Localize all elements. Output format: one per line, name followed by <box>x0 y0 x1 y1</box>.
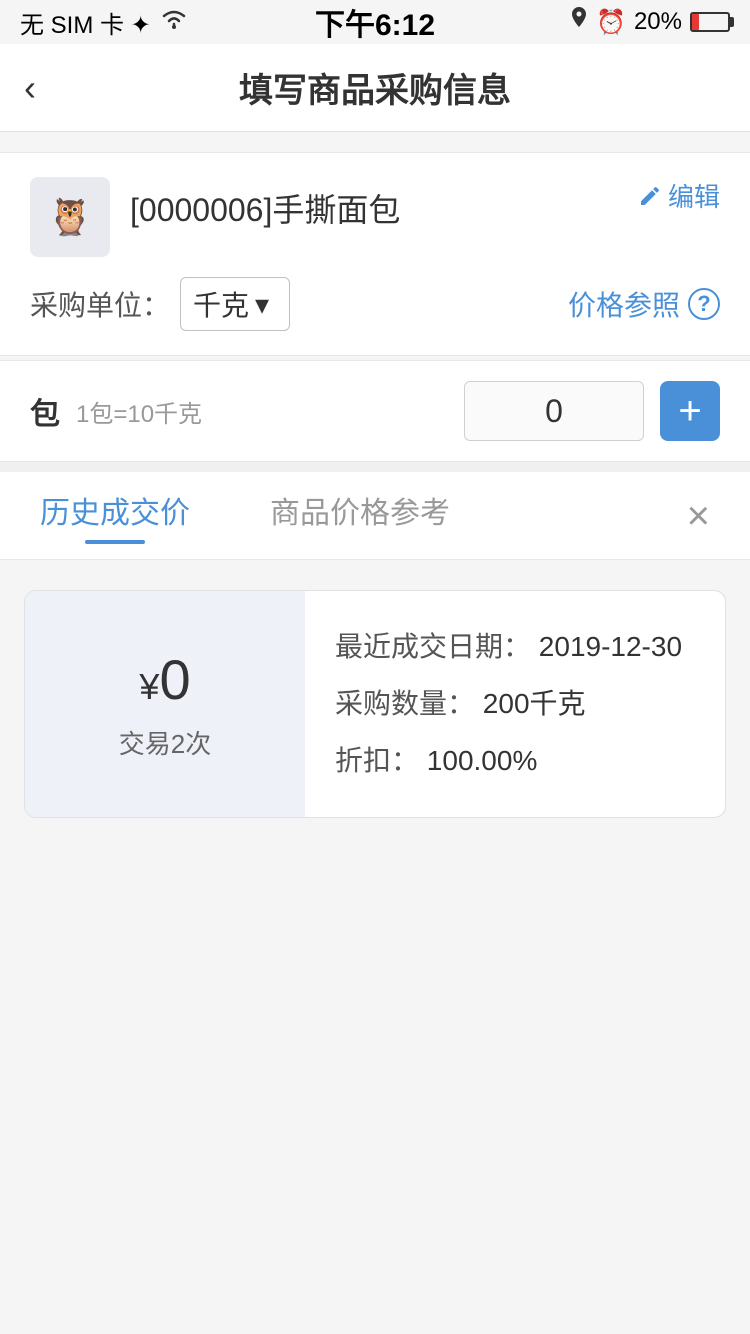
quantity-plus-button[interactable]: + <box>660 381 720 441</box>
price-amount: 0 <box>159 648 190 711</box>
price-card-right: 最近成交日期： 2019-12-30 采购数量： 200千克 折扣： 100.0… <box>305 591 725 817</box>
quantity-unit-label: 包 <box>30 389 60 433</box>
tabs-list: 历史成交价 商品价格参考 <box>40 472 450 560</box>
transaction-count: 交易2次 <box>119 724 211 761</box>
currency-symbol: ¥ <box>139 666 159 707</box>
product-card: 🦉 [0000006]手撕面包 编辑 采购单位： 千克 ▾ 价格参照 ? <box>0 152 750 356</box>
status-left: 无 SIM 卡 ✦ <box>20 5 189 40</box>
purchase-quantity-row: 采购数量： 200千克 <box>335 684 695 723</box>
location-icon <box>570 7 588 38</box>
quantity-section: 包 1包=10千克 + <box>0 360 750 462</box>
tabs-close-button[interactable]: × <box>687 496 710 536</box>
product-name: [0000006]手撕面包 <box>130 177 400 231</box>
purchase-quantity-label: 采购数量： <box>335 688 475 719</box>
battery-percent: 20% <box>634 8 682 36</box>
recent-date-row: 最近成交日期： 2019-12-30 <box>335 627 695 666</box>
product-logo: 🦉 <box>30 177 110 257</box>
price-display: ¥0 <box>139 647 190 712</box>
section-separator <box>0 462 750 472</box>
price-reference-button[interactable]: 价格参照 ? <box>568 284 720 324</box>
price-card-left: ¥0 交易2次 <box>25 591 305 817</box>
tab-history-price[interactable]: 历史成交价 <box>40 472 190 560</box>
unit-label: 采购单位： <box>30 284 170 324</box>
tab-history-price-indicator <box>85 540 145 544</box>
page-title: 填写商品采购信息 <box>239 63 511 112</box>
content-area: ¥0 交易2次 最近成交日期： 2019-12-30 采购数量： 200千克 折… <box>0 560 750 848</box>
price-ref-help-icon: ? <box>688 288 720 320</box>
alarm-icon: ⏰ <box>596 8 626 37</box>
price-history-card: ¥0 交易2次 最近成交日期： 2019-12-30 采购数量： 200千克 折… <box>24 590 726 818</box>
back-button[interactable]: ‹ <box>24 67 36 109</box>
status-right: ⏰ 20% <box>570 7 730 38</box>
quantity-conversion-note: 1包=10千克 <box>76 394 464 429</box>
recent-date-value: 2019-12-30 <box>539 631 682 662</box>
purchase-quantity-value: 200千克 <box>483 688 586 719</box>
dropdown-arrow-icon: ▾ <box>255 288 269 321</box>
status-time: 下午6:12 <box>315 0 435 44</box>
wifi-icon <box>159 8 189 37</box>
price-ref-label: 价格参照 <box>568 284 680 324</box>
brand-logo-icon: 🦉 <box>48 196 93 238</box>
tab-product-price-ref[interactable]: 商品价格参考 <box>270 472 450 560</box>
plus-icon: + <box>678 389 701 434</box>
tabs-bar: 历史成交价 商品价格参考 × <box>0 472 750 560</box>
edit-button[interactable]: 编辑 <box>638 177 720 214</box>
page-header: ‹ 填写商品采购信息 <box>0 44 750 132</box>
sim-label: 无 SIM 卡 ✦ <box>20 5 151 40</box>
discount-value: 100.00% <box>427 745 538 776</box>
quantity-input[interactable] <box>464 381 644 441</box>
tab-product-price-ref-label: 商品价格参考 <box>270 488 450 540</box>
recent-date-label: 最近成交日期： <box>335 631 531 662</box>
unit-select[interactable]: 千克 ▾ <box>180 277 290 331</box>
tab-history-price-label: 历史成交价 <box>40 488 190 540</box>
product-info-left: 🦉 [0000006]手撕面包 <box>30 177 400 257</box>
unit-value: 千克 <box>193 284 249 324</box>
status-bar: 无 SIM 卡 ✦ 下午6:12 ⏰ 20% <box>0 0 750 44</box>
discount-row: 折扣： 100.00% <box>335 741 695 780</box>
battery-icon <box>690 12 730 32</box>
edit-label: 编辑 <box>668 177 720 214</box>
discount-label: 折扣： <box>335 745 419 776</box>
